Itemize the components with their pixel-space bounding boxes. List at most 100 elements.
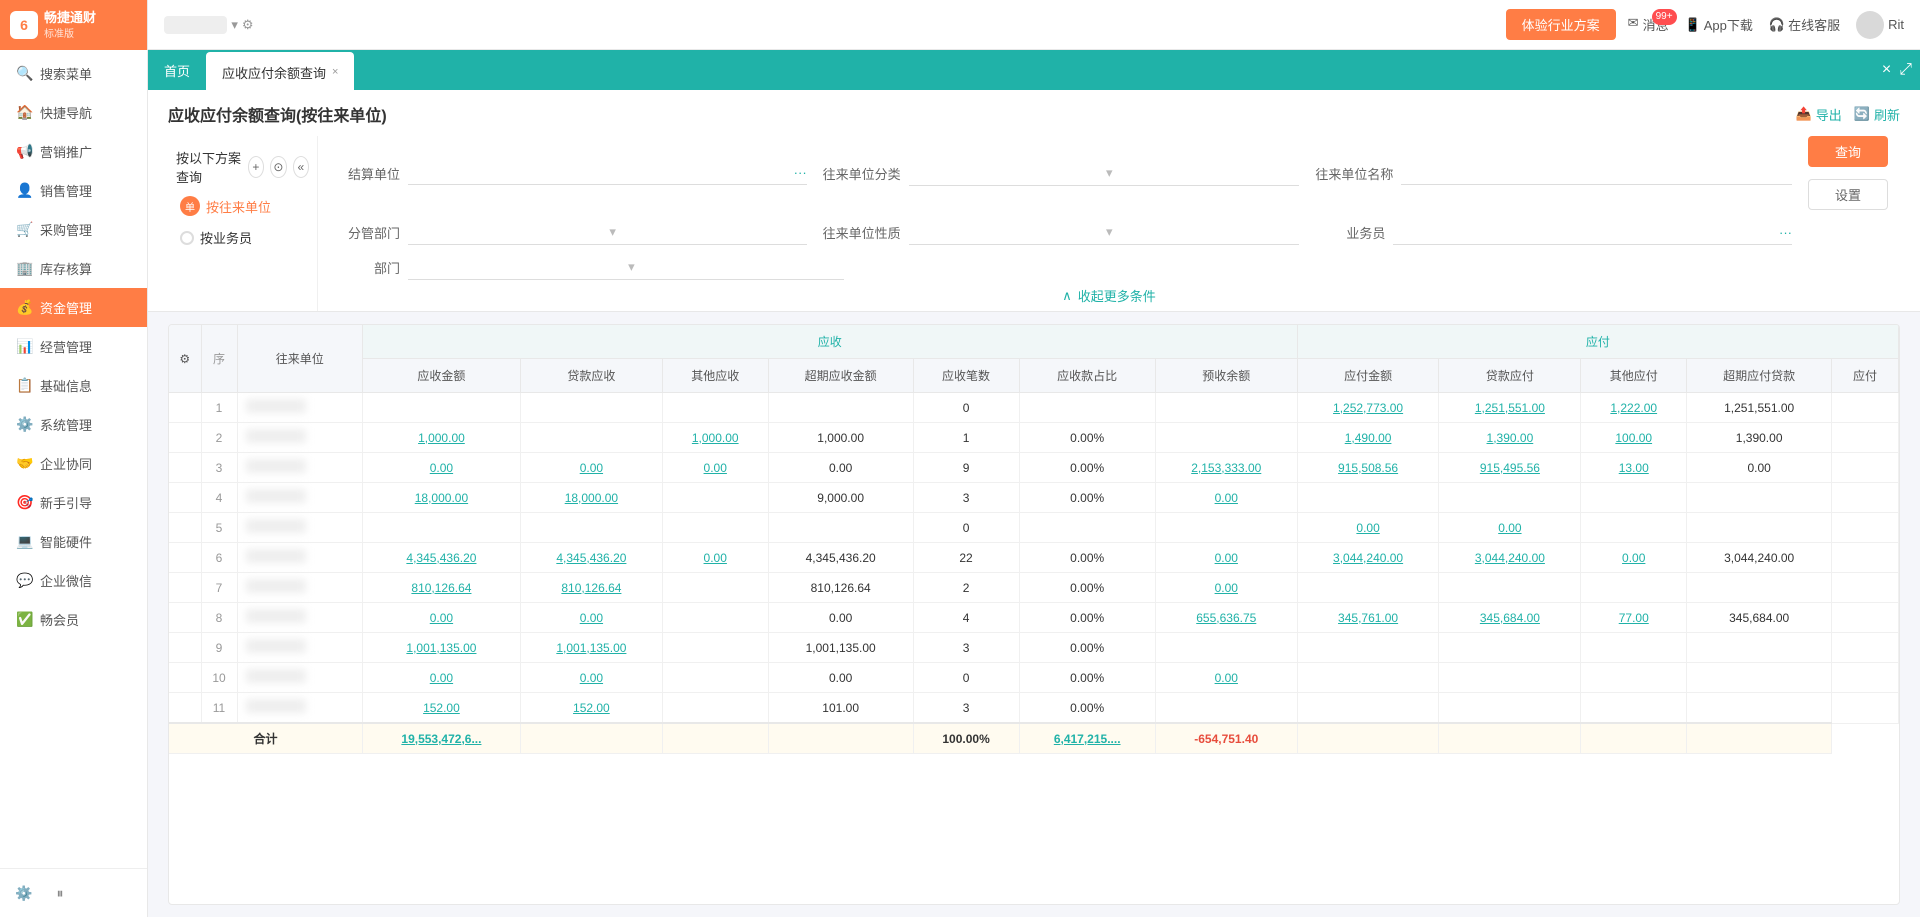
row-cell-1[interactable]: 4,345,436.20	[520, 543, 662, 573]
row-cell-0[interactable]: 1,000.00	[362, 423, 520, 453]
row-cell-8[interactable]: 3,044,240.00	[1439, 543, 1581, 573]
settlement-ellipsis[interactable]: ···	[794, 165, 807, 180]
row-cell-2[interactable]: 1,000.00	[662, 423, 768, 453]
row-cell-9[interactable]: 1,222.00	[1581, 393, 1687, 423]
row-cell-1[interactable]: 0.00	[520, 603, 662, 633]
row-cell-7[interactable]: 345,761.00	[1297, 603, 1439, 633]
division-select[interactable]: ▾	[408, 220, 807, 245]
sidebar-item-search-menu[interactable]: 🔍 搜索菜单	[0, 54, 147, 93]
row-cell-10: 345,684.00	[1687, 603, 1832, 633]
sidebar-settings-button[interactable]: ⚙️	[10, 879, 38, 907]
sidebar-item-basic[interactable]: 📋 基础信息	[0, 366, 147, 405]
refresh-button[interactable]: 🔄 刷新	[1854, 105, 1900, 124]
dept-select[interactable]: ▾	[408, 255, 844, 280]
tab-home[interactable]: 首页	[148, 50, 206, 90]
row-cell-7[interactable]: 1,490.00	[1297, 423, 1439, 453]
th-gear[interactable]: ⚙	[169, 325, 201, 393]
row-cell-7[interactable]: 0.00	[1297, 513, 1439, 543]
row-cell-1[interactable]: 0.00	[520, 663, 662, 693]
tab-corner-close-icon[interactable]: ×	[1882, 61, 1891, 79]
row-cell-0[interactable]: 0.00	[362, 453, 520, 483]
sidebar-item-wechat[interactable]: 💬 企业微信	[0, 561, 147, 600]
sidebar-item-sales[interactable]: 👤 销售管理	[0, 171, 147, 210]
filter-add-button[interactable]: +	[248, 156, 264, 178]
settings-button[interactable]: 设置	[1808, 179, 1888, 210]
trial-button[interactable]: 体验行业方案	[1506, 9, 1616, 40]
settings-icon[interactable]: ⚙	[242, 17, 254, 33]
row-cell-0[interactable]: 810,126.64	[362, 573, 520, 603]
row-cell-8[interactable]: 915,495.56	[1439, 453, 1581, 483]
row-cell-8[interactable]: 345,684.00	[1439, 603, 1581, 633]
row-cell-9[interactable]: 77.00	[1581, 603, 1687, 633]
footer-receivable-amount[interactable]: 19,553,472,6...	[362, 723, 520, 754]
partner-name-input[interactable]	[1401, 161, 1792, 185]
sidebar-item-inventory[interactable]: 🏢 库存核算	[0, 249, 147, 288]
row-cell-2[interactable]: 0.00	[662, 543, 768, 573]
user-menu[interactable]: Rit	[1856, 11, 1904, 39]
row-cell-0[interactable]: 18,000.00	[362, 483, 520, 513]
row-cell-1[interactable]: 18,000.00	[520, 483, 662, 513]
row-cell-0[interactable]: 0.00	[362, 663, 520, 693]
salesperson-label: 业务员	[1315, 223, 1385, 242]
row-cell-6[interactable]: 0.00	[1155, 573, 1297, 603]
row-cell-0[interactable]: 1,001,135.00	[362, 633, 520, 663]
row-cell-1[interactable]: 152.00	[520, 693, 662, 724]
row-cell-6[interactable]: 0.00	[1155, 543, 1297, 573]
filter-settings-button[interactable]: ⊙	[270, 156, 286, 178]
filter-collapse-button[interactable]: «	[293, 156, 309, 178]
sidebar-item-purchase[interactable]: 🛒 采购管理	[0, 210, 147, 249]
row-cell-11	[1832, 483, 1899, 513]
row-cell-1[interactable]: 810,126.64	[520, 573, 662, 603]
sidebar-item-marketing[interactable]: 📢 营销推广	[0, 132, 147, 171]
row-cell-1[interactable]: 0.00	[520, 453, 662, 483]
category-select[interactable]: ▾	[909, 161, 1300, 186]
row-cell-7[interactable]: 915,508.56	[1297, 453, 1439, 483]
filter-view-partner[interactable]: 单 按往来单位	[168, 190, 317, 222]
sidebar-item-enterprise[interactable]: 🤝 企业协同	[0, 444, 147, 483]
row-cell-8[interactable]: 1,251,551.00	[1439, 393, 1581, 423]
query-button[interactable]: 查询	[1808, 136, 1888, 167]
row-cell-6[interactable]: 0.00	[1155, 663, 1297, 693]
row-cell-8[interactable]: 1,390.00	[1439, 423, 1581, 453]
settlement-input[interactable]: ···	[408, 161, 807, 185]
th-other-receivable: 其他应收	[662, 359, 768, 393]
row-cell-9[interactable]: 13.00	[1581, 453, 1687, 483]
tab-close-icon[interactable]: ×	[332, 66, 338, 78]
message-badge[interactable]: ✉ 消息 99+	[1628, 15, 1669, 34]
export-button[interactable]: 📤 导出	[1796, 105, 1842, 124]
sidebar-item-guide[interactable]: 🎯 新手引导	[0, 483, 147, 522]
row-cell-6[interactable]: 655,636.75	[1155, 603, 1297, 633]
salesperson-ellipsis[interactable]: ···	[1779, 225, 1792, 240]
row-cell-1[interactable]: 1,001,135.00	[520, 633, 662, 663]
salesperson-input[interactable]: ···	[1393, 221, 1792, 245]
filter-collapse-button[interactable]: ∧ 收起更多条件	[330, 280, 1888, 311]
row-cell-6[interactable]: 2,153,333.00	[1155, 453, 1297, 483]
service-button[interactable]: 🎧 在线客服	[1769, 15, 1840, 34]
table-row: 7810,126.64810,126.64810,126.6420.00%0.0…	[169, 573, 1899, 603]
row-cell-8[interactable]: 0.00	[1439, 513, 1581, 543]
filter-view-salesperson[interactable]: 按业务员	[168, 222, 317, 253]
sidebar-collapse-button[interactable]: ⏸	[46, 879, 74, 907]
download-button[interactable]: 📱 App下载	[1685, 15, 1753, 34]
sidebar-item-operation[interactable]: 📊 经营管理	[0, 327, 147, 366]
tab-active[interactable]: 应收应付余额查询 ×	[206, 52, 354, 92]
sidebar-item-finance[interactable]: 💰 资金管理	[0, 288, 147, 327]
sidebar-item-smart[interactable]: 💻 智能硬件	[0, 522, 147, 561]
row-cell-0[interactable]: 152.00	[362, 693, 520, 724]
sidebar-item-system[interactable]: ⚙️ 系统管理	[0, 405, 147, 444]
nature-select[interactable]: ▾	[909, 220, 1300, 245]
row-cell-7[interactable]: 1,252,773.00	[1297, 393, 1439, 423]
row-cell-7[interactable]: 3,044,240.00	[1297, 543, 1439, 573]
sidebar-item-member[interactable]: ✅ 畅会员	[0, 600, 147, 639]
row-cell-0[interactable]: 4,345,436.20	[362, 543, 520, 573]
sidebar-item-quick-nav[interactable]: 🏠 快捷导航	[0, 93, 147, 132]
row-cell-6[interactable]: 0.00	[1155, 483, 1297, 513]
tab-corner-expand-icon[interactable]: ⤢	[1899, 61, 1912, 79]
row-cell-2[interactable]: 0.00	[662, 453, 768, 483]
footer-prepaid[interactable]: 6,417,215....	[1019, 723, 1155, 754]
row-cell-0[interactable]: 0.00	[362, 603, 520, 633]
table-wrapper[interactable]: ⚙ 序 往来单位 应收 应付 应收金额 贷款应收 其他应收 超期应收金额 应收笔…	[168, 324, 1900, 905]
th-loan-receivable: 贷款应收	[520, 359, 662, 393]
row-cell-9[interactable]: 100.00	[1581, 423, 1687, 453]
row-cell-9[interactable]: 0.00	[1581, 543, 1687, 573]
